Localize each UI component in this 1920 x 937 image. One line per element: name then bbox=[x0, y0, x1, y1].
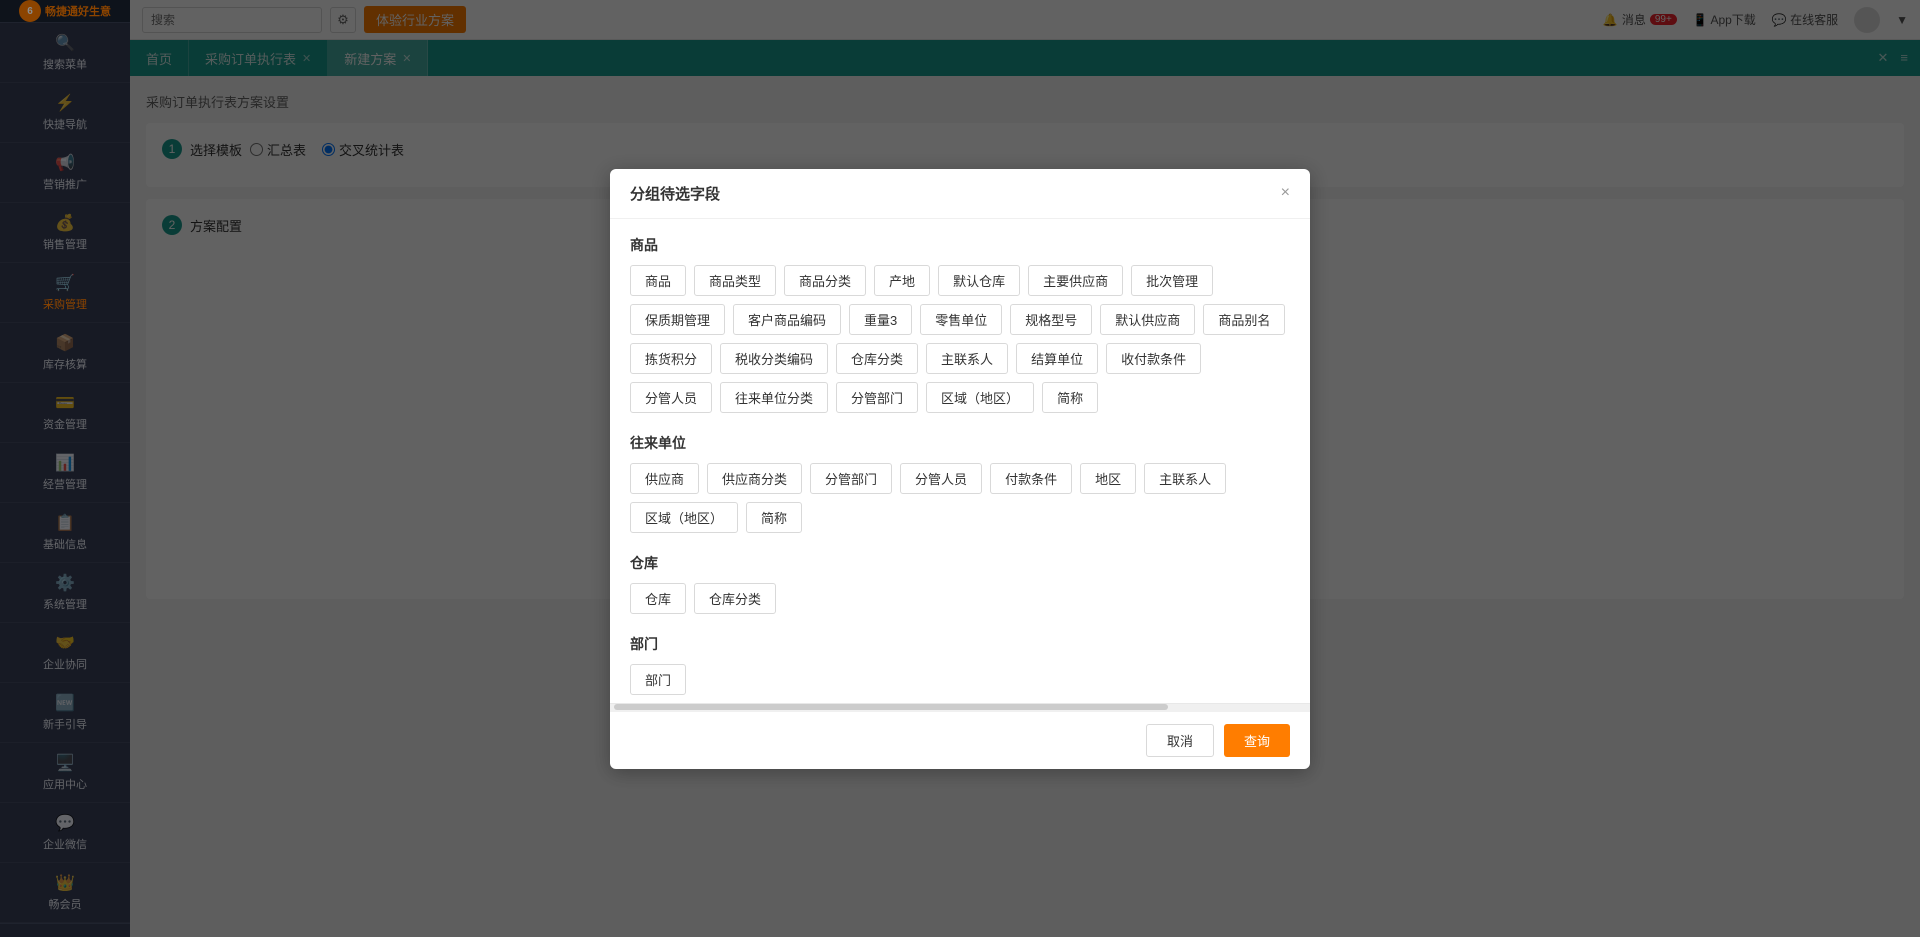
modal-overlay: 分组待选字段 × 商品商品商品类型商品分类产地默认仓库主要供应商批次管理保质期管… bbox=[0, 0, 1920, 937]
field-tag-0-7[interactable]: 保质期管理 bbox=[630, 304, 725, 335]
field-tag-0-13[interactable]: 商品别名 bbox=[1203, 304, 1285, 335]
field-tag-0-16[interactable]: 仓库分类 bbox=[836, 343, 918, 374]
modal-body: 商品商品商品类型商品分类产地默认仓库主要供应商批次管理保质期管理客户商品编码重量… bbox=[610, 219, 1310, 704]
field-tag-0-15[interactable]: 税收分类编码 bbox=[720, 343, 828, 374]
field-tag-0-14[interactable]: 拣货积分 bbox=[630, 343, 712, 374]
field-tag-0-24[interactable]: 简称 bbox=[1042, 382, 1098, 413]
modal-footer: 取消 查询 bbox=[610, 711, 1310, 769]
field-tag-0-20[interactable]: 分管人员 bbox=[630, 382, 712, 413]
field-tag-0-12[interactable]: 默认供应商 bbox=[1100, 304, 1195, 335]
field-tag-0-21[interactable]: 往来单位分类 bbox=[720, 382, 828, 413]
field-tag-0-23[interactable]: 区域（地区） bbox=[926, 382, 1034, 413]
modal-header: 分组待选字段 × bbox=[610, 169, 1310, 219]
field-tag-1-3[interactable]: 分管人员 bbox=[900, 463, 982, 494]
field-tag-0-4[interactable]: 默认仓库 bbox=[938, 265, 1020, 296]
field-tags-2: 仓库仓库分类 bbox=[630, 583, 1290, 614]
field-tag-2-0[interactable]: 仓库 bbox=[630, 583, 686, 614]
field-tag-0-1[interactable]: 商品类型 bbox=[694, 265, 776, 296]
field-tag-0-11[interactable]: 规格型号 bbox=[1010, 304, 1092, 335]
horizontal-scrollbar[interactable] bbox=[610, 703, 1310, 710]
modal-title: 分组待选字段 bbox=[630, 183, 720, 204]
field-tag-0-18[interactable]: 结算单位 bbox=[1016, 343, 1098, 374]
field-tag-3-0[interactable]: 部门 bbox=[630, 664, 686, 695]
field-group-0: 商品商品商品类型商品分类产地默认仓库主要供应商批次管理保质期管理客户商品编码重量… bbox=[630, 235, 1290, 413]
field-tag-0-22[interactable]: 分管部门 bbox=[836, 382, 918, 413]
field-select-modal: 分组待选字段 × 商品商品商品类型商品分类产地默认仓库主要供应商批次管理保质期管… bbox=[610, 169, 1310, 769]
field-tag-1-8[interactable]: 简称 bbox=[746, 502, 802, 533]
field-tag-0-2[interactable]: 商品分类 bbox=[784, 265, 866, 296]
field-tag-0-9[interactable]: 重量3 bbox=[849, 304, 912, 335]
field-tag-1-6[interactable]: 主联系人 bbox=[1144, 463, 1226, 494]
field-tag-0-8[interactable]: 客户商品编码 bbox=[733, 304, 841, 335]
field-group-3: 部门部门 bbox=[630, 634, 1290, 695]
field-tag-0-10[interactable]: 零售单位 bbox=[920, 304, 1002, 335]
field-group-title-0: 商品 bbox=[630, 235, 1290, 255]
confirm-button[interactable]: 查询 bbox=[1224, 724, 1290, 757]
field-tag-0-6[interactable]: 批次管理 bbox=[1131, 265, 1213, 296]
field-group-1: 往来单位供应商供应商分类分管部门分管人员付款条件地区主联系人区域（地区） 简称 bbox=[630, 433, 1290, 533]
field-group-title-3: 部门 bbox=[630, 634, 1290, 654]
field-tag-0-3[interactable]: 产地 bbox=[874, 265, 930, 296]
cancel-button[interactable]: 取消 bbox=[1146, 724, 1214, 757]
field-tag-1-5[interactable]: 地区 bbox=[1080, 463, 1136, 494]
scrollbar-thumb bbox=[614, 704, 1168, 710]
field-tag-2-1[interactable]: 仓库分类 bbox=[694, 583, 776, 614]
field-group-2: 仓库仓库仓库分类 bbox=[630, 553, 1290, 614]
field-tag-1-7[interactable]: 区域（地区） bbox=[630, 502, 738, 533]
field-tags-3: 部门 bbox=[630, 664, 1290, 695]
field-tag-0-19[interactable]: 收付款条件 bbox=[1106, 343, 1201, 374]
field-tags-0: 商品商品类型商品分类产地默认仓库主要供应商批次管理保质期管理客户商品编码重量3 零… bbox=[630, 265, 1290, 413]
field-group-title-1: 往来单位 bbox=[630, 433, 1290, 453]
field-tag-0-17[interactable]: 主联系人 bbox=[926, 343, 1008, 374]
field-tag-1-4[interactable]: 付款条件 bbox=[990, 463, 1072, 494]
field-tags-1: 供应商供应商分类分管部门分管人员付款条件地区主联系人区域（地区） 简称 bbox=[630, 463, 1290, 533]
field-tag-1-0[interactable]: 供应商 bbox=[630, 463, 699, 494]
field-tag-1-1[interactable]: 供应商分类 bbox=[707, 463, 802, 494]
field-tag-1-2[interactable]: 分管部门 bbox=[810, 463, 892, 494]
field-tag-0-0[interactable]: 商品 bbox=[630, 265, 686, 296]
modal-close-button[interactable]: × bbox=[1281, 184, 1290, 202]
field-tag-0-5[interactable]: 主要供应商 bbox=[1028, 265, 1123, 296]
field-group-title-2: 仓库 bbox=[630, 553, 1290, 573]
